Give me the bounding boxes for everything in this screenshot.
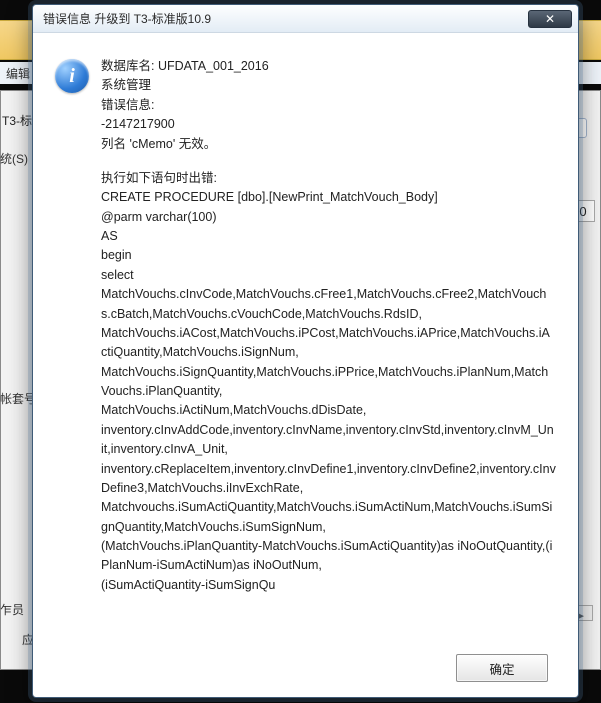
info-icon: i [55,59,89,93]
msg-sql-line: AS [101,227,556,246]
error-message-body: 数据库名: UFDATA_001_2016 系统管理 错误信息: -214721… [101,57,556,595]
info-glyph: i [69,65,75,88]
msg-line-errheader: 错误信息: [101,96,556,115]
dialog-titlebar[interactable]: 错误信息 升级到 T3-标准版10.9 ✕ [33,5,578,33]
msg-sql-line: (iSumActiQuantity-iSumSignQu [101,576,556,595]
dialog-content: i 数据库名: UFDATA_001_2016 系统管理 错误信息: -2147… [33,33,578,639]
dialog-title: 错误信息 升级到 T3-标准版10.9 [43,10,528,27]
close-icon: ✕ [545,13,555,25]
msg-line-module: 系统管理 [101,76,556,95]
msg-sql-line: inventory.cReplaceItem,inventory.cInvDef… [101,460,556,499]
msg-sql-line: Matchvouchs.iSumActiQuantity,MatchVouchs… [101,498,556,537]
bg-bracket-label: 帐套号 [0,390,36,407]
msg-sql-line: (MatchVouchs.iPlanQuantity-MatchVouchs.i… [101,537,556,576]
msg-sql-line: MatchVouchs.iSignQuantity,MatchVouchs.iP… [101,363,556,402]
msg-sql-line: CREATE PROCEDURE [dbo].[NewPrint_MatchVo… [101,188,556,207]
bg-bottom-label: 乍员 [0,601,24,618]
msg-sql-line: MatchVouchs.cInvCode,MatchVouchs.cFree1,… [101,285,556,324]
msg-sql-line: inventory.cInvAddCode,inventory.cInvName… [101,421,556,460]
msg-sql-line: select [101,266,556,285]
msg-sql-line: MatchVouchs.iActiNum,MatchVouchs.dDisDat… [101,401,556,420]
bg-label-t3: T3-标 [2,112,32,129]
msg-sql-line: MatchVouchs.iACost,MatchVouchs.iPCost,Ma… [101,324,556,363]
bg-label-sys: 统(S) [0,150,28,167]
error-dialog: 错误信息 升级到 T3-标准版10.9 ✕ i 数据库名: UFDATA_001… [32,4,579,698]
bg-menu-edit: 编辑 [6,67,30,81]
msg-line-execerr: 执行如下语句时出错: [101,169,556,188]
msg-sql-line: begin [101,246,556,265]
msg-line-code: -2147217900 [101,115,556,134]
ok-button[interactable]: 确定 [456,654,548,682]
dialog-close-button[interactable]: ✕ [528,10,572,28]
msg-line-colinvalid: 列名 'cMemo' 无效。 [101,135,556,154]
dialog-footer: 确定 [33,639,578,697]
msg-sql-line: @parm varchar(100) [101,208,556,227]
msg-line-db: 数据库名: UFDATA_001_2016 [101,57,556,76]
